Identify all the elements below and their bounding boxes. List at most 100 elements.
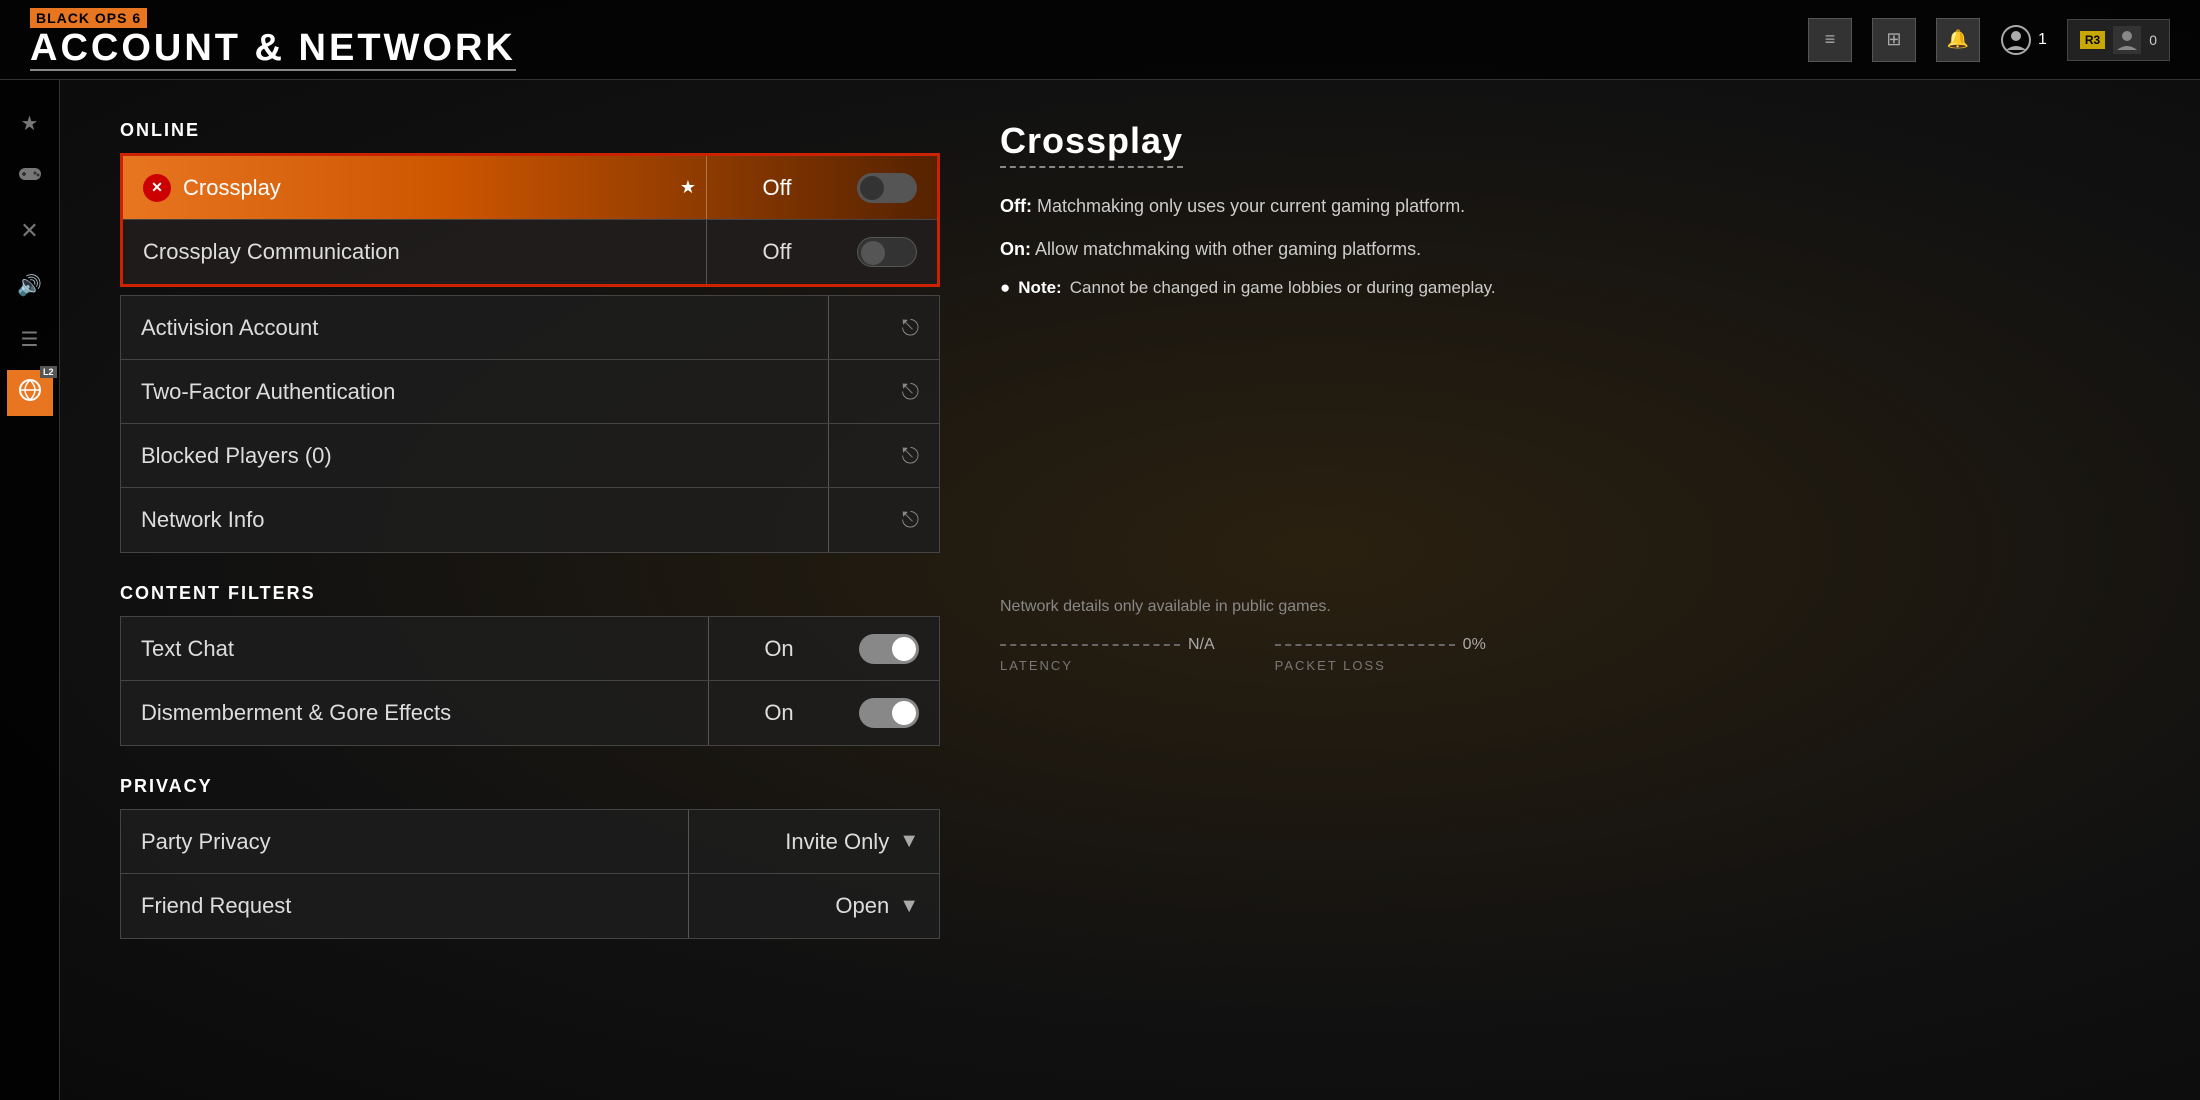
divider bbox=[828, 488, 829, 552]
sidebar-item-slash[interactable]: ✕ bbox=[7, 208, 53, 254]
crossplay-comm-toggle[interactable] bbox=[857, 237, 917, 267]
packet-loss-dashed-line bbox=[1275, 644, 1455, 646]
content-filters-section-label: CONTENT FILTERS bbox=[120, 583, 940, 604]
party-privacy-dropdown-control[interactable]: Invite Only ▼ bbox=[699, 829, 919, 855]
player-rank: R3 bbox=[2080, 31, 2105, 49]
on-text: Allow matchmaking with other gaming plat… bbox=[1035, 239, 1421, 259]
blocked-players-name: Blocked Players (0) bbox=[141, 443, 818, 469]
divider bbox=[688, 874, 689, 938]
header: BLACK OPS 6 ACCOUNT & NETWORK ≡ ⊞ 🔔 1 R3… bbox=[0, 0, 2200, 80]
text-chat-toggle-control bbox=[839, 634, 919, 664]
online-group: ✕ Crossplay ★ Off Crossplay Communicatio… bbox=[120, 153, 940, 287]
crossplay-row[interactable]: ✕ Crossplay ★ Off bbox=[123, 156, 937, 220]
party-privacy-name: Party Privacy bbox=[141, 829, 678, 855]
divider bbox=[828, 296, 829, 359]
crossplay-toggle[interactable] bbox=[857, 173, 917, 203]
network-icon bbox=[17, 377, 43, 409]
crossplay-comm-name: Crossplay Communication bbox=[143, 239, 696, 265]
main-layout: ★ ✕ 🔊 ☰ bbox=[0, 80, 2200, 1100]
audio-icon: 🔊 bbox=[17, 273, 42, 298]
crossplay-communication-row[interactable]: Crossplay Communication Off bbox=[123, 220, 937, 284]
dismemberment-name: Dismemberment & Gore Effects bbox=[141, 700, 698, 726]
activision-account-row[interactable]: Activision Account ⎋ bbox=[121, 296, 939, 360]
text-chat-value: On bbox=[719, 636, 839, 662]
external-link-icon: ⎋ bbox=[902, 507, 919, 533]
sidebar: ★ ✕ 🔊 ☰ bbox=[0, 80, 60, 1100]
party-privacy-row[interactable]: Party Privacy Invite Only ▼ bbox=[121, 810, 939, 874]
info-desc-off: Off: Matchmaking only uses your current … bbox=[1000, 192, 2140, 221]
divider bbox=[706, 156, 707, 219]
off-label: Off: bbox=[1000, 196, 1032, 216]
sidebar-item-network[interactable]: L2 bbox=[7, 370, 53, 416]
dismemberment-toggle-control bbox=[839, 698, 919, 728]
divider bbox=[688, 810, 689, 873]
packet-loss-stat: 0% PACKET LOSS bbox=[1275, 636, 1486, 673]
header-right: ≡ ⊞ 🔔 1 R3 0 bbox=[1808, 18, 2170, 62]
player-icon bbox=[2113, 26, 2141, 54]
dismemberment-value: On bbox=[719, 700, 839, 726]
logo-area: BLACK OPS 6 ACCOUNT & NETWORK bbox=[30, 8, 516, 72]
x-circle-icon: ✕ bbox=[143, 174, 171, 202]
friend-request-row[interactable]: Friend Request Open ▼ bbox=[121, 874, 939, 938]
dropdown-arrow-icon: ▼ bbox=[899, 895, 919, 918]
packet-loss-line: 0% bbox=[1275, 636, 1486, 654]
text-chat-name: Text Chat bbox=[141, 636, 698, 662]
external-link-icon: ⎋ bbox=[902, 443, 919, 469]
notification-count: 1 bbox=[2000, 24, 2047, 56]
info-panel: Crossplay Off: Matchmaking only uses you… bbox=[1000, 120, 2140, 1060]
network-info-row[interactable]: Network Info ⎋ bbox=[121, 488, 939, 552]
friend-request-dropdown[interactable]: Open ▼ bbox=[699, 893, 919, 919]
info-note: ● Note: Cannot be changed in game lobbie… bbox=[1000, 278, 2140, 298]
dropdown-arrow-icon: ▼ bbox=[899, 830, 919, 853]
settings-panel: ONLINE ✕ Crossplay ★ Off bbox=[120, 120, 940, 1060]
sidebar-item-controller[interactable] bbox=[7, 154, 53, 200]
latency-label: LATENCY bbox=[1000, 658, 1215, 673]
online-links-group: Activision Account ⎋ Two-Factor Authenti… bbox=[120, 295, 940, 553]
latency-line: N/A bbox=[1000, 636, 1215, 654]
content-filters-group: Text Chat On Dismemberment & Gore Effect… bbox=[120, 616, 940, 746]
friend-request-dropdown-control[interactable]: Open ▼ bbox=[699, 893, 919, 919]
bell-icon[interactable]: 🔔 bbox=[1936, 18, 1980, 62]
list-icon: ☰ bbox=[21, 327, 39, 352]
friends-count: 0 bbox=[2149, 32, 2157, 48]
controller-icon bbox=[16, 164, 44, 190]
friend-request-value: Open bbox=[835, 893, 889, 919]
network-info-ext-control: ⎋ bbox=[839, 507, 919, 533]
divider bbox=[706, 220, 707, 284]
privacy-group: Party Privacy Invite Only ▼ Friend Reque… bbox=[120, 809, 940, 939]
party-privacy-value: Invite Only bbox=[785, 829, 889, 855]
privacy-section-label: PRIVACY bbox=[120, 776, 940, 797]
divider bbox=[708, 681, 709, 745]
l2-badge: L2 bbox=[40, 366, 57, 378]
menu-icon[interactable]: ≡ bbox=[1808, 18, 1852, 62]
slash-icon: ✕ bbox=[20, 218, 38, 244]
grid-icon[interactable]: ⊞ bbox=[1872, 18, 1916, 62]
dismemberment-toggle[interactable] bbox=[859, 698, 919, 728]
two-factor-ext-control: ⎋ bbox=[839, 379, 919, 405]
sidebar-item-audio[interactable]: 🔊 bbox=[7, 262, 53, 308]
star-favorite-icon[interactable]: ★ bbox=[680, 177, 696, 198]
note-text: Cannot be changed in game lobbies or dur… bbox=[1070, 278, 1496, 298]
crossplay-comm-toggle-control bbox=[837, 237, 917, 267]
network-stats: N/A LATENCY 0% PACKET LOSS bbox=[1000, 636, 2140, 673]
text-chat-row[interactable]: Text Chat On bbox=[121, 617, 939, 681]
divider bbox=[828, 360, 829, 423]
sidebar-item-list[interactable]: ☰ bbox=[7, 316, 53, 362]
text-chat-toggle[interactable] bbox=[859, 634, 919, 664]
info-title: Crossplay bbox=[1000, 120, 1183, 168]
game-logo: BLACK OPS 6 bbox=[30, 8, 147, 28]
dismemberment-row[interactable]: Dismemberment & Gore Effects On bbox=[121, 681, 939, 745]
content-area: ONLINE ✕ Crossplay ★ Off bbox=[60, 80, 2200, 1100]
bullet-icon: ● bbox=[1000, 278, 1010, 298]
crossplay-name: ✕ Crossplay bbox=[143, 174, 680, 202]
network-footer: Network details only available in public… bbox=[1000, 298, 2140, 673]
blocked-players-row[interactable]: Blocked Players (0) ⎋ bbox=[121, 424, 939, 488]
packet-loss-label: PACKET LOSS bbox=[1275, 658, 1486, 673]
latency-dashed-line bbox=[1000, 644, 1180, 646]
sidebar-item-favorites[interactable]: ★ bbox=[7, 100, 53, 146]
two-factor-row[interactable]: Two-Factor Authentication ⎋ bbox=[121, 360, 939, 424]
friend-request-name: Friend Request bbox=[141, 893, 678, 919]
player-badge: R3 0 bbox=[2067, 19, 2170, 61]
party-privacy-dropdown[interactable]: Invite Only ▼ bbox=[699, 829, 919, 855]
packet-loss-value: 0% bbox=[1463, 636, 1486, 654]
